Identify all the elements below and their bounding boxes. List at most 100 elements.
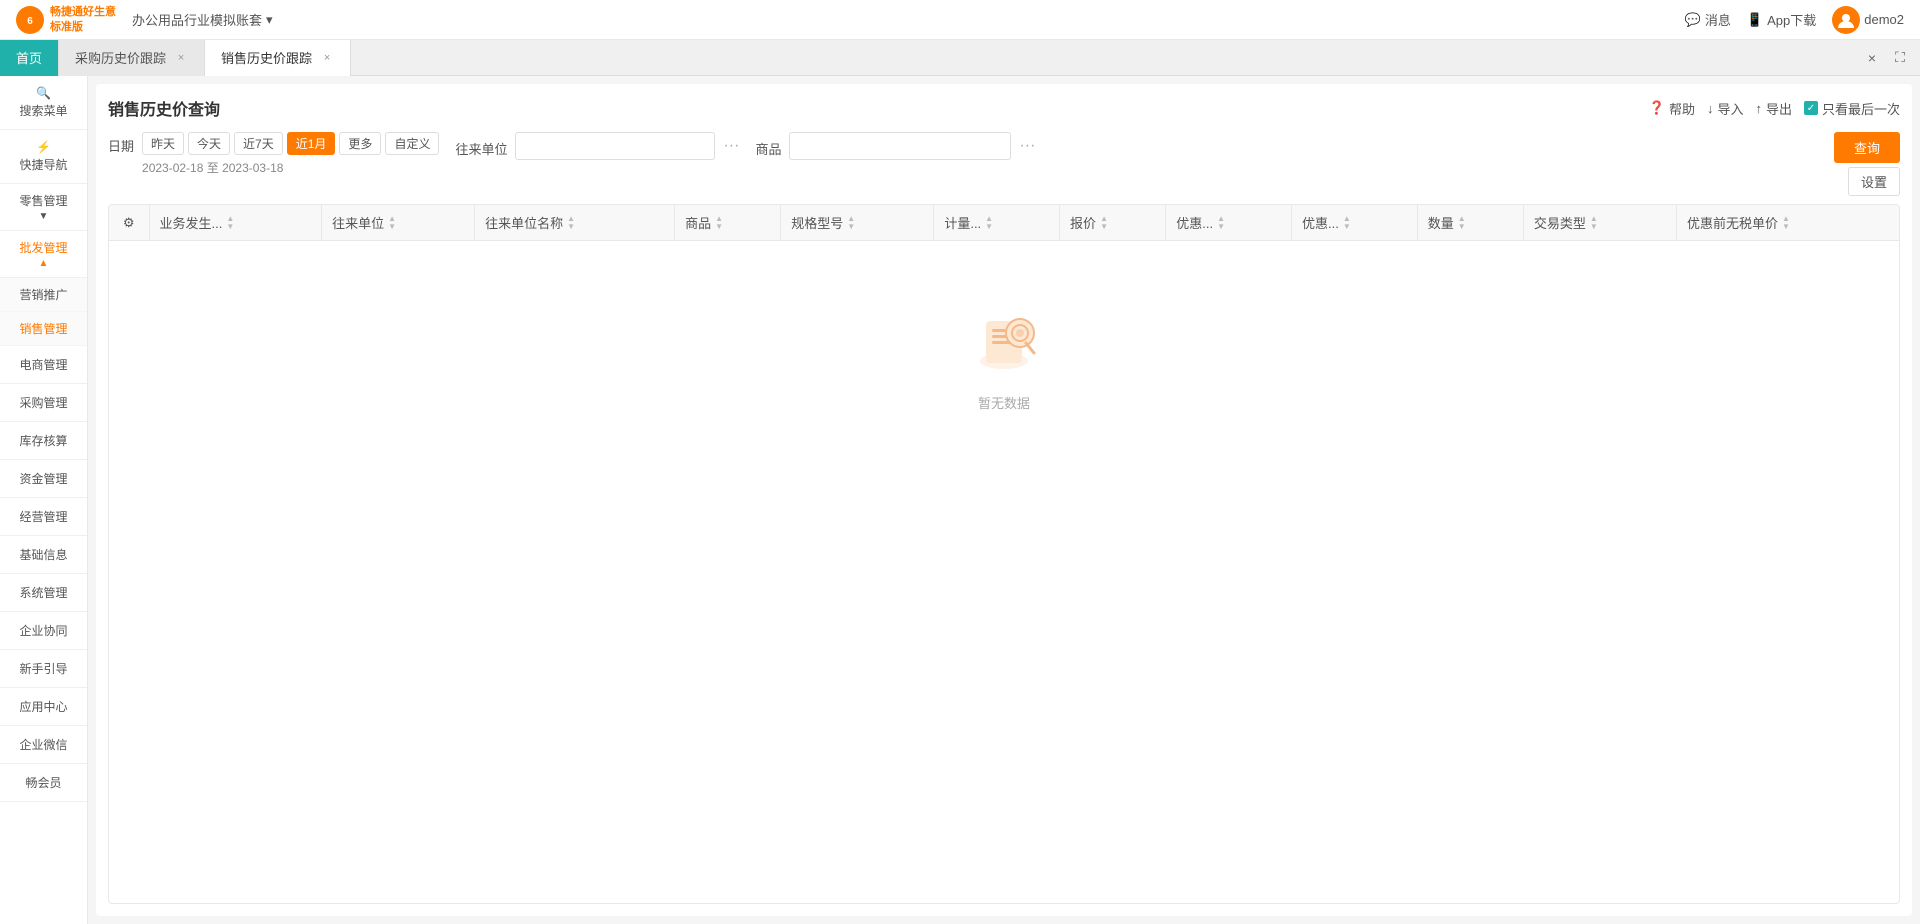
header-left: 6 畅捷通好生意 标准版 办公用品行业模拟账套 ▾ [16, 5, 281, 34]
table-header-row: ⚙ 业务发生... ▲▼ 往来单位 [109, 205, 1899, 241]
export-icon: ↑ [1755, 101, 1762, 116]
settings-button[interactable]: 设置 [1848, 167, 1900, 196]
empty-text: 暂无数据 [978, 393, 1030, 412]
app-selector[interactable]: 办公用品行业模拟账套 ▾ [124, 6, 281, 33]
sidebar-item-inventory[interactable]: 库存核算 [0, 422, 87, 460]
date-label: 日期 [108, 132, 134, 155]
sidebar-item-operations-mgmt[interactable]: 经营管理 [0, 498, 87, 536]
sidebar-item-enterprise-wechat[interactable]: 企业微信 [0, 726, 87, 764]
sidebar-item-quick-nav[interactable]: ⚡ 快捷导航 [0, 130, 87, 184]
th-spec[interactable]: 规格型号 ▲▼ [781, 205, 934, 241]
th-qty[interactable]: 数量 ▲▼ [1417, 205, 1523, 241]
user-menu[interactable]: demo2 [1832, 6, 1904, 34]
data-table: ⚙ 业务发生... ▲▼ 往来单位 [109, 205, 1899, 241]
date-btn-yesterday[interactable]: 昨天 [142, 132, 184, 155]
username-label: demo2 [1864, 12, 1904, 27]
search-button[interactable]: 查询 [1834, 132, 1900, 163]
product-input[interactable] [789, 132, 1011, 160]
search-icon: 🔍 [36, 86, 51, 100]
date-btn-7days[interactable]: 近7天 [234, 132, 283, 155]
sidebar-item-search-menu[interactable]: 🔍 搜索菜单 [0, 76, 87, 130]
nav-icon: ⚡ [36, 140, 51, 154]
filter-row: 日期 昨天 今天 近7天 近1月 更多 自定义 2023-02-18 至 202… [108, 132, 1900, 196]
date-range-text: 2023-02-18 至 2023-03-18 [142, 159, 439, 176]
only-last-checkbox[interactable]: ✓ 只看最后一次 [1804, 99, 1900, 118]
import-button[interactable]: ↓ 导入 [1707, 99, 1744, 118]
sort-icon: ▲▼ [1343, 215, 1351, 231]
tab-purchase-history[interactable]: 采购历史价跟踪 × [59, 40, 205, 76]
partner-label: 往来单位 [455, 135, 507, 158]
logo-text: 畅捷通好生意 标准版 [50, 5, 116, 34]
sidebar-item-new-guide[interactable]: 新手引导 [0, 650, 87, 688]
th-pre-discount-price[interactable]: 优惠前无税单价 ▲▼ [1676, 205, 1899, 241]
purchase-history-tab-close[interactable]: × [174, 51, 188, 65]
sort-icon: ▲▼ [388, 215, 396, 231]
th-quote[interactable]: 报价 ▲▼ [1060, 205, 1166, 241]
product-dots[interactable]: ··· [1019, 137, 1035, 155]
maximize-button[interactable]: ⛶ [1888, 46, 1912, 70]
sidebar-item-marketing[interactable]: 营销推广 [0, 278, 87, 312]
sidebar-item-enterprise-coop[interactable]: 企业协同 [0, 612, 87, 650]
home-tab-label: 首页 [16, 48, 42, 67]
logo-area: 6 畅捷通好生意 标准版 [16, 5, 116, 34]
app-name-label: 办公用品行业模拟账套 [132, 10, 262, 29]
date-btn-today[interactable]: 今天 [188, 132, 230, 155]
date-btn-1month[interactable]: 近1月 [287, 132, 336, 155]
sidebar-item-app-center[interactable]: 应用中心 [0, 688, 87, 726]
th-partner-name[interactable]: 往来单位名称 ▲▼ [475, 205, 675, 241]
th-trade-type[interactable]: 交易类型 ▲▼ [1523, 205, 1676, 241]
message-icon: 💬 [1685, 12, 1701, 28]
date-controls: 昨天 今天 近7天 近1月 更多 自定义 2023-02-18 至 2023-0… [142, 132, 439, 176]
message-button[interactable]: 💬 消息 [1685, 10, 1731, 29]
page-title: 销售历史价查询 [108, 96, 220, 120]
empty-state: 暂无数据 [109, 241, 1899, 472]
sort-icon: ▲▼ [1100, 215, 1108, 231]
sort-icon: ▲▼ [1458, 215, 1466, 231]
download-icon: 📱 [1747, 12, 1763, 28]
sidebar-item-purchase-mgmt[interactable]: 采购管理 [0, 384, 87, 422]
tab-sales-history[interactable]: 销售历史价跟踪 × [205, 40, 351, 76]
th-biz-date[interactable]: 业务发生... ▲▼ [149, 205, 322, 241]
partner-dots[interactable]: ··· [723, 137, 739, 155]
help-button[interactable]: ❓ 帮助 [1649, 99, 1695, 118]
date-btn-more[interactable]: 更多 [339, 132, 381, 155]
page-actions: ❓ 帮助 ↓ 导入 ↑ 导出 ✓ 只看最后一次 [1649, 99, 1900, 118]
avatar [1832, 6, 1860, 34]
sort-icon: ▲▼ [1590, 215, 1598, 231]
sidebar-item-sales-mgmt[interactable]: 销售管理 [0, 312, 87, 346]
filter-actions: 查询 设置 [1834, 132, 1900, 196]
chevron-up-icon: ▲ [39, 258, 49, 269]
th-gear[interactable]: ⚙ [109, 205, 149, 241]
export-button[interactable]: ↑ 导出 [1755, 99, 1792, 118]
sidebar-item-retail-mgmt[interactable]: 零售管理 ▼ [0, 184, 87, 231]
partner-input[interactable] [515, 132, 715, 160]
th-product[interactable]: 商品 ▲▼ [675, 205, 781, 241]
th-discount1[interactable]: 优惠... ▲▼ [1166, 205, 1292, 241]
th-discount2[interactable]: 优惠... ▲▼ [1291, 205, 1417, 241]
sidebar-item-wholesale-mgmt[interactable]: 批发管理 ▲ [0, 231, 87, 278]
chevron-down-icon: ▼ [39, 211, 49, 222]
th-unit[interactable]: 计量... ▲▼ [934, 205, 1060, 241]
main-layout: 🔍 搜索菜单 ⚡ 快捷导航 零售管理 ▼ 批发管理 ▲ 营销推广 销售管理 电商… [0, 76, 1920, 924]
date-buttons: 昨天 今天 近7天 近1月 更多 自定义 [142, 132, 439, 155]
sort-icon: ▲▼ [847, 215, 855, 231]
sidebar-item-basic-info[interactable]: 基础信息 [0, 536, 87, 574]
date-btn-custom[interactable]: 自定义 [385, 132, 439, 155]
sort-icon: ▲▼ [226, 215, 234, 231]
tab-home[interactable]: 首页 [0, 40, 59, 76]
empty-icon [964, 301, 1044, 381]
th-partner-code[interactable]: 往来单位 ▲▼ [322, 205, 475, 241]
sidebar-item-ecommerce-mgmt[interactable]: 电商管理 [0, 346, 87, 384]
sales-history-tab-close[interactable]: × [320, 51, 334, 65]
svg-text:6: 6 [27, 16, 33, 27]
import-icon: ↓ [1707, 101, 1714, 116]
sidebar-item-system-mgmt[interactable]: 系统管理 [0, 574, 87, 612]
close-tab-button[interactable]: × [1860, 46, 1884, 70]
sort-icon: ▲▼ [1217, 215, 1225, 231]
sidebar: 🔍 搜索菜单 ⚡ 快捷导航 零售管理 ▼ 批发管理 ▲ 营销推广 销售管理 电商… [0, 76, 88, 924]
top-header: 6 畅捷通好生意 标准版 办公用品行业模拟账套 ▾ 💬 消息 📱 App下载 d… [0, 0, 1920, 40]
sidebar-item-membership[interactable]: 畅会员 [0, 764, 87, 802]
sort-icon: ▲▼ [715, 215, 723, 231]
sidebar-item-capital-mgmt[interactable]: 资金管理 [0, 460, 87, 498]
app-download-button[interactable]: 📱 App下载 [1747, 10, 1816, 29]
